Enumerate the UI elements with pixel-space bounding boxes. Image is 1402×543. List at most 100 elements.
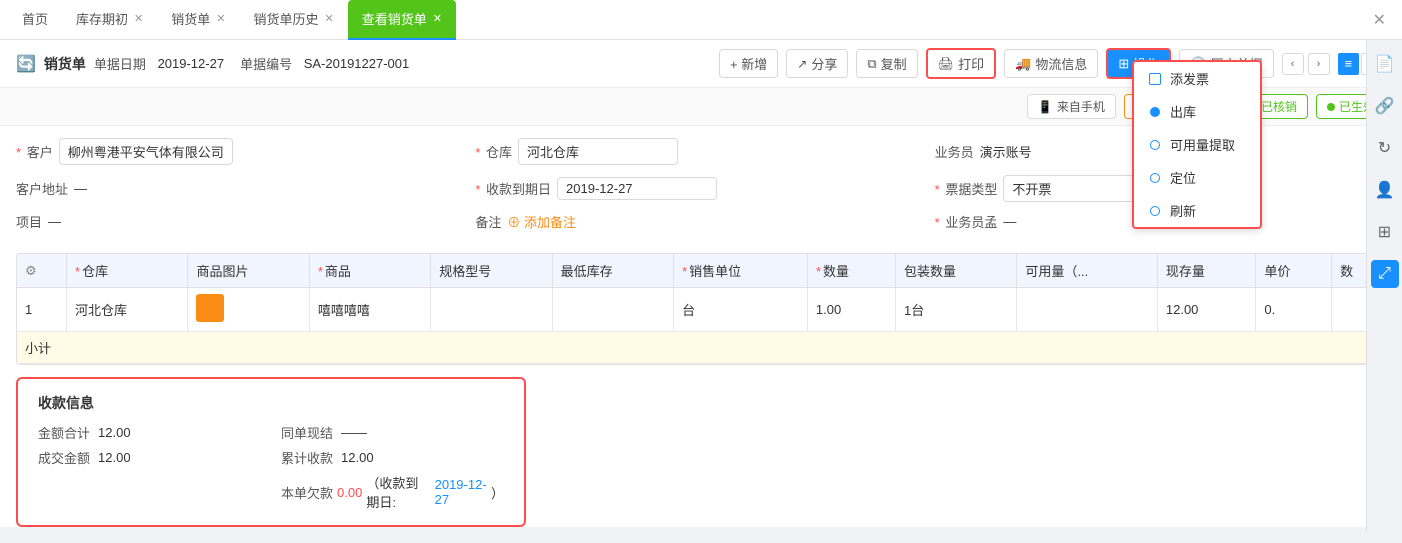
col-unit: *销售单位 — [674, 254, 808, 288]
tab-sales-close[interactable]: ✕ — [216, 12, 225, 25]
outbound-icon — [1148, 105, 1162, 119]
print-icon: 🖨 — [938, 56, 955, 72]
sidebar-link-icon[interactable]: 🔗 — [1371, 92, 1399, 120]
warehouse-field: * 仓库 河北仓库 — [475, 138, 926, 165]
row-pack-qty: 1台 — [896, 288, 1017, 332]
due-date-field: * 收款到期日 2019-12-27 — [475, 177, 926, 200]
new-button[interactable]: + 新增 — [719, 49, 778, 78]
locate-item[interactable]: 定位 — [1134, 161, 1260, 194]
total-amount-value: 12.00 — [98, 425, 131, 440]
address-field: 客户地址 — — [16, 179, 467, 198]
row-product: 嘻嘻嘻嘻 — [309, 288, 430, 332]
col-product: *商品 — [309, 254, 430, 288]
add-invoice-icon — [1148, 72, 1162, 86]
phone-icon: 📱 — [1038, 100, 1053, 114]
warehouse-value[interactable]: 河北仓库 — [518, 138, 678, 165]
from-phone-btn[interactable]: 📱 来自手机 — [1027, 94, 1116, 119]
tab-view-sales[interactable]: 查看销货单 ✕ — [348, 0, 456, 40]
truck-icon: 🚚 — [1015, 56, 1031, 72]
ticket-type-required: * — [935, 182, 940, 197]
sidebar-user-icon[interactable]: 👤 — [1371, 176, 1399, 204]
col-warehouse: *仓库 — [67, 254, 188, 288]
project-value: — — [48, 214, 208, 229]
cumulative-row: 累计收款 12.00 — [281, 448, 504, 467]
tab-sales-history[interactable]: 销货单历史 ✕ — [239, 0, 347, 40]
gear-icon: ⚙ — [25, 263, 37, 278]
payment-box: 收款信息 金额合计 12.00 同单现结 —— 成交金额 12.00 累计收款 … — [16, 377, 526, 527]
pick-qty-icon — [1148, 138, 1162, 152]
same-order-label: 同单现结 — [281, 423, 333, 442]
arrears-note: （收款到期日: — [366, 473, 430, 511]
row-spec — [431, 288, 552, 332]
pick-qty-item[interactable]: 可用量提取 — [1134, 128, 1260, 161]
tab-sales[interactable]: 销货单 ✕ — [157, 0, 239, 40]
doc-icon: 🔄 — [16, 54, 36, 74]
product-table-wrapper: ⚙ *仓库 商品图片 *商品 规格型号 最低库存 *销售单位 — [16, 253, 1386, 365]
tab-inventory[interactable]: 库存期初 ✕ — [62, 0, 157, 40]
row-qty: 1.00 — [807, 288, 895, 332]
due-date-value[interactable]: 2019-12-27 — [557, 177, 717, 200]
locate-icon — [1148, 171, 1162, 185]
row-available — [1017, 288, 1157, 332]
row-no: 1 — [17, 288, 67, 332]
sidebar-doc-icon[interactable]: 📄 — [1371, 50, 1399, 78]
table-row: 1 河北仓库 嘻嘻嘻嘻 台 1.00 1台 12.00 0. — [17, 288, 1385, 332]
arrears-date: 2019-12-27 — [435, 477, 487, 507]
tab-inventory-close[interactable]: ✕ — [134, 12, 143, 25]
doc-number-label: 单据编号 SA-20191227-001 — [240, 54, 409, 73]
toolbar-actions: + 新增 ↗ 分享 ⧉ 复制 🖨 打印 🚚 物流信息 — [719, 48, 1386, 79]
refresh-item[interactable]: 刷新 — [1134, 194, 1260, 227]
customer-required: * — [16, 145, 21, 160]
tab-view-sales-close[interactable]: ✕ — [433, 12, 442, 25]
tab-sales-history-close[interactable]: ✕ — [325, 12, 334, 25]
product-table: ⚙ *仓库 商品图片 *商品 规格型号 最低库存 *销售单位 — [17, 254, 1385, 364]
nav-arrows: ‹ › — [1282, 53, 1330, 75]
transaction-label: 成交金额 — [38, 448, 90, 467]
project-field: 项目 — — [16, 212, 467, 231]
customer-field: * 客户 柳州粤港平安气体有限公司 — [16, 138, 467, 165]
same-order-value: —— — [341, 425, 367, 440]
product-image — [196, 294, 224, 322]
add-invoice-item[interactable]: 添发票 — [1134, 62, 1260, 95]
row-min-stock — [552, 288, 673, 332]
row-warehouse: 河北仓库 — [67, 288, 188, 332]
tab-home[interactable]: 首页 — [8, 0, 62, 40]
doc-date-label: 单据日期 2019-12-27 — [94, 54, 224, 73]
col-unit-price: 单价 — [1256, 254, 1332, 288]
subtotal-label: 小计 — [17, 332, 1385, 364]
add-note-plus: ⊕ — [507, 215, 520, 230]
copy-button[interactable]: ⧉ 复制 — [856, 49, 917, 78]
col-available: 可用量（... — [1017, 254, 1157, 288]
col-min-stock: 最低库存 — [552, 254, 673, 288]
col-product-img: 商品图片 — [188, 254, 309, 288]
arrears-row: 本单欠款 0.00 （收款到期日: 2019-12-27 ） — [281, 473, 504, 511]
next-arrow[interactable]: › — [1308, 53, 1330, 75]
tab-bar: 首页 库存期初 ✕ 销货单 ✕ 销货单历史 ✕ 查看销货单 ✕ ✕ — [0, 0, 1402, 40]
print-button[interactable]: 🖨 打印 — [926, 48, 997, 79]
sidebar-expand-icon[interactable]: ⤢ — [1371, 260, 1399, 288]
arrears-value: 0.00 — [337, 485, 362, 500]
subtotal-row: 小计 — [17, 332, 1385, 364]
sidebar-refresh-icon[interactable]: ↻ — [1371, 134, 1399, 162]
operations-icon: ⊞ — [1118, 56, 1129, 72]
tab-bar-close[interactable]: ✕ — [1365, 10, 1394, 30]
col-current-stock: 现存量 — [1157, 254, 1256, 288]
prev-arrow[interactable]: ‹ — [1282, 53, 1304, 75]
doc-title: 销货单 — [44, 54, 86, 74]
sidebar-grid-icon[interactable]: ⊞ — [1371, 218, 1399, 246]
row-current-stock: 12.00 — [1157, 288, 1256, 332]
staff2-required: * — [935, 215, 940, 230]
outbound-item[interactable]: 出库 — [1134, 95, 1260, 128]
add-note-btn[interactable]: ⊕ 添加备注 — [507, 212, 576, 231]
staff-value: 演示账号 — [980, 142, 1140, 161]
col-pack-qty: 包装数量 — [896, 254, 1017, 288]
customer-value[interactable]: 柳州粤港平安气体有限公司 — [59, 138, 233, 165]
logistics-button[interactable]: 🚚 物流信息 — [1004, 49, 1098, 78]
total-amount-label: 金额合计 — [38, 423, 90, 442]
warehouse-required: * — [475, 145, 480, 160]
share-button[interactable]: ↗ 分享 — [786, 49, 848, 78]
operations-dropdown: 添发票 出库 可用量提取 定位 — [1132, 60, 1262, 229]
doc-meta: 单据日期 2019-12-27 单据编号 SA-20191227-001 — [94, 54, 409, 73]
view-list-btn[interactable]: ≡ — [1338, 53, 1360, 75]
due-date-required: * — [475, 182, 480, 197]
